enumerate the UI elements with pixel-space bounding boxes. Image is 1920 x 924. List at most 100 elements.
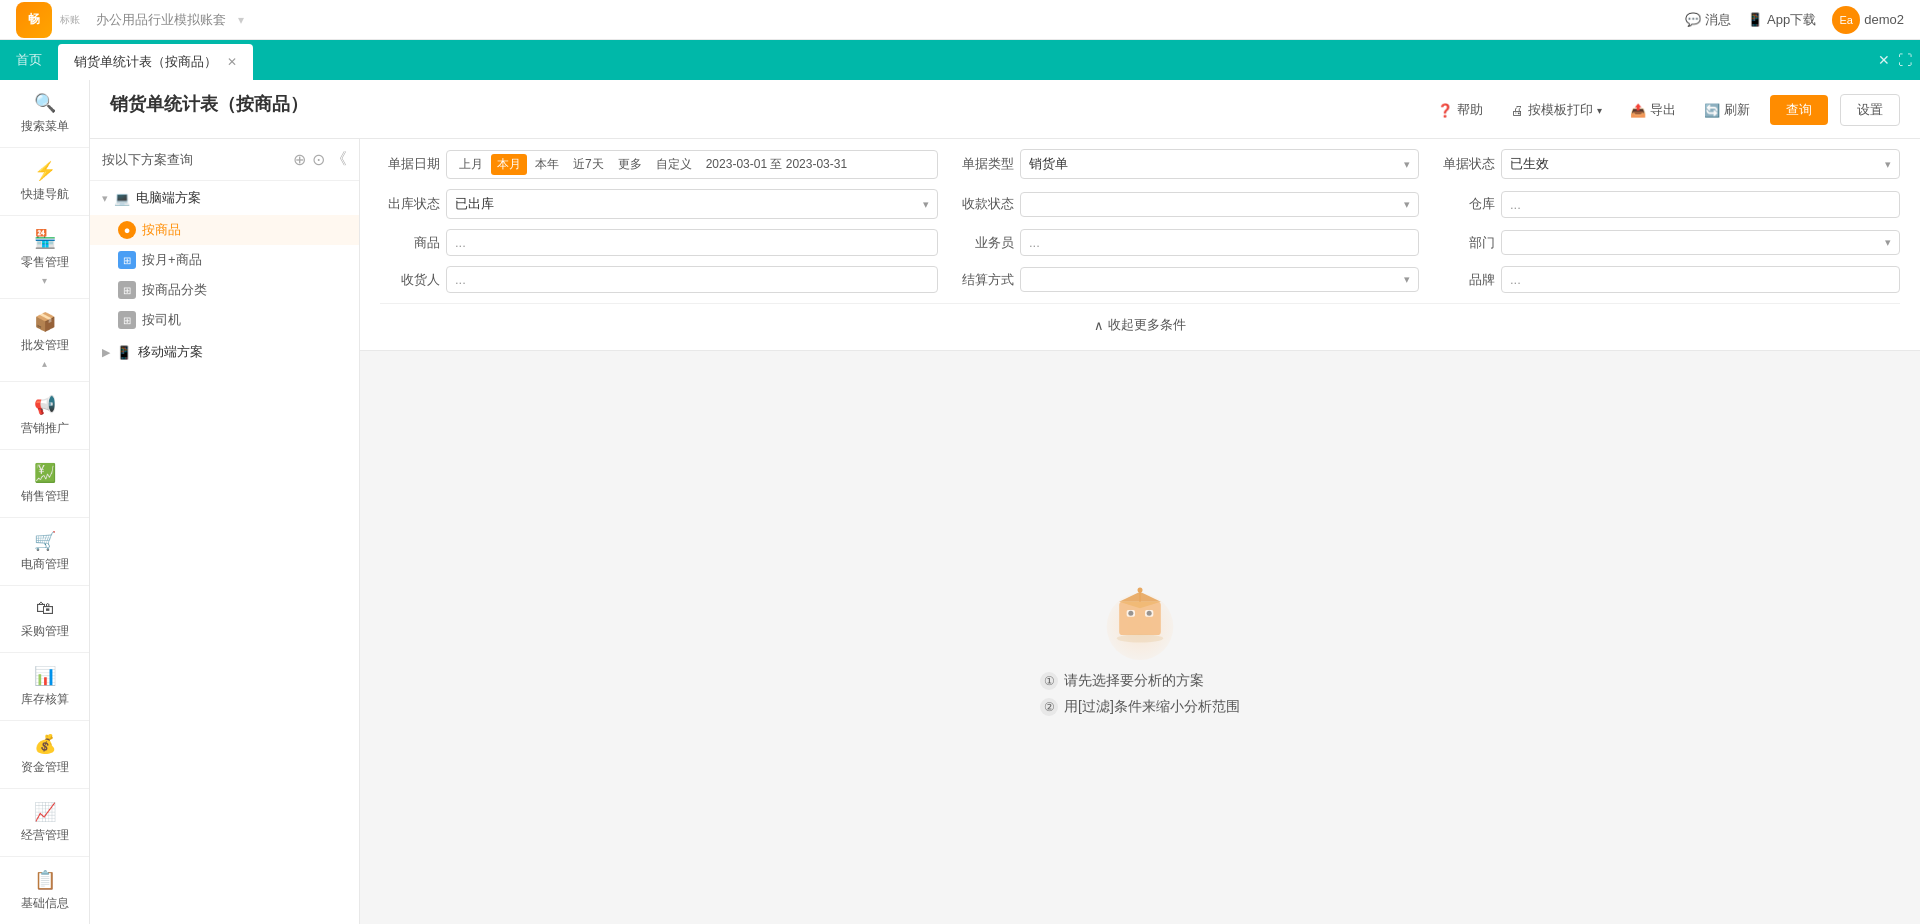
sidebar-item-basic[interactable]: 📋 基础信息 [0, 857, 89, 924]
date-btn-last-month[interactable]: 上月 [453, 154, 489, 175]
settings-btn[interactable]: 设置 [1840, 94, 1900, 126]
tree-icon: 💻 [114, 191, 130, 206]
filter-section: 单据日期 上月 本月 本年 近7天 更多 自定义 [360, 139, 1920, 351]
wholesale-arrow: ▴ [42, 358, 47, 369]
sidebar: 🔍 搜索菜单 ⚡ 快捷导航 🏪 零售管理 ▾ 📦 批发管理 ▴ 📢 营销推广 [0, 80, 90, 924]
avatar: Ea [1832, 6, 1860, 34]
basic-icon: 📋 [34, 869, 56, 891]
sidebar-item-finance[interactable]: 💰 资金管理 [0, 721, 89, 789]
tab-bar: 首页 销货单统计表（按商品） ✕ ✕ ⛶ [0, 40, 1920, 80]
salesperson-placeholder: ... [1029, 235, 1040, 250]
purchase-icon: 🛍 [36, 598, 54, 619]
filter-row-1: 单据日期 上月 本月 本年 近7天 更多 自定义 [380, 149, 1900, 179]
tree-item-by-category[interactable]: ⊞ 按商品分类 [90, 275, 359, 305]
tree-section-mobile: ▶ 📱 移动端方案 [90, 335, 359, 369]
collapse-panel-icon[interactable]: 《 [331, 149, 347, 170]
page-title: 销货单统计表（按商品） [110, 92, 308, 116]
outbound-select[interactable]: 已出库 ▾ [446, 189, 938, 219]
sidebar-item-search[interactable]: 🔍 搜索菜单 [0, 80, 89, 148]
type-select-arrow: ▾ [1404, 158, 1410, 171]
salesperson-select[interactable]: ... [1020, 229, 1419, 256]
help-btn[interactable]: ❓ 帮助 [1429, 97, 1491, 123]
empty-state: ① 请先选择要分析的方案 ② 用[过滤]条件来缩小分析范围 [1040, 560, 1240, 716]
tab-expand-area: ✕ ⛶ [1878, 52, 1920, 68]
sidebar-item-quicknav[interactable]: ⚡ 快捷导航 [0, 148, 89, 216]
tab-close-window-icon[interactable]: ✕ [1878, 52, 1890, 68]
tree-item-by-product[interactable]: ● 按商品 [90, 215, 359, 245]
app-download-btn[interactable]: 📱 App下载 [1747, 11, 1816, 29]
warehouse-label: 仓库 [1435, 195, 1495, 213]
print-btn[interactable]: 🖨 按模板打印 ▾ [1503, 97, 1610, 123]
by-product-icon: ● [118, 221, 136, 239]
date-btn-this-year[interactable]: 本年 [529, 154, 565, 175]
right-section: 销货单统计表（按商品） ❓ 帮助 🖨 按模板打印 ▾ 📤 [90, 80, 1920, 924]
sidebar-item-purchase[interactable]: 🛍 采购管理 [0, 586, 89, 653]
query-btn[interactable]: 查询 [1770, 95, 1828, 125]
product-select[interactable]: ... [446, 229, 938, 256]
tab-close-icon[interactable]: ✕ [227, 55, 237, 69]
message-btn[interactable]: 💬 消息 [1685, 11, 1731, 29]
sidebar-item-sales[interactable]: 💹 销售管理 [0, 450, 89, 518]
date-btn-7days[interactable]: 近7天 [567, 154, 610, 175]
status-select[interactable]: 已生效 ▾ [1501, 149, 1900, 179]
wholesale-icon: 📦 [34, 311, 56, 333]
tree-item-by-cashier[interactable]: ⊞ 按司机 [90, 305, 359, 335]
settings-scheme-icon[interactable]: ⊙ [312, 150, 325, 169]
refresh-btn[interactable]: 🔄 刷新 [1696, 97, 1758, 123]
recipient-select[interactable]: ... [446, 266, 938, 293]
status-filter: 单据状态 已生效 ▾ [1435, 149, 1900, 179]
recipient-placeholder: ... [455, 272, 466, 287]
date-btn-custom[interactable]: 自定义 [650, 154, 698, 175]
finance-icon: 💰 [34, 733, 56, 755]
sidebar-item-retail[interactable]: 🏪 零售管理 ▾ [0, 216, 89, 299]
date-btn-this-month[interactable]: 本月 [491, 154, 527, 175]
svg-point-5 [1147, 610, 1152, 615]
product-label: 商品 [380, 234, 440, 252]
salesperson-label: 业务员 [954, 234, 1014, 252]
sidebar-item-marketing[interactable]: 📢 营销推广 [0, 382, 89, 450]
tree-pc-header[interactable]: ▾ 💻 电脑端方案 [90, 181, 359, 215]
top-bar: 畅 标账 办公用品行业模拟账套 ▾ 💬 消息 📱 App下载 Ea demo2 [0, 0, 1920, 40]
date-btn-more[interactable]: 更多 [612, 154, 648, 175]
type-label: 单据类型 [954, 155, 1014, 173]
user-profile[interactable]: Ea demo2 [1832, 6, 1904, 34]
app-container: 畅 标账 办公用品行业模拟账套 ▾ 💬 消息 📱 App下载 Ea demo2 [0, 0, 1920, 924]
sidebar-item-inventory[interactable]: 📊 库存核算 [0, 653, 89, 721]
tree-mobile-header[interactable]: ▶ 📱 移动端方案 [90, 335, 359, 369]
sidebar-item-operation[interactable]: 📈 经营管理 [0, 789, 89, 857]
filter-row-2: 出库状态 已出库 ▾ 收款状态 ▾ [380, 189, 1900, 219]
tab-fullscreen-icon[interactable]: ⛶ [1898, 52, 1912, 68]
warehouse-select[interactable]: ... [1501, 191, 1900, 218]
warehouse-filter: 仓库 ... [1435, 191, 1900, 218]
tree-item-by-month-product[interactable]: ⊞ 按月+商品 [90, 245, 359, 275]
settlement-select[interactable]: ▾ [1020, 267, 1419, 292]
warehouse-ellipsis: ... [1510, 197, 1521, 212]
date-filter-control: 上月 本月 本年 近7天 更多 自定义 2023-03-01 至 2023-03… [446, 150, 938, 179]
export-btn[interactable]: 📤 导出 [1622, 97, 1684, 123]
payment-select[interactable]: ▾ [1020, 192, 1419, 217]
department-select[interactable]: ▾ [1501, 230, 1900, 255]
sidebar-item-wholesale[interactable]: 📦 批发管理 ▴ [0, 299, 89, 382]
left-panel-title: 按以下方案查询 [102, 151, 193, 169]
status-label: 单据状态 [1435, 155, 1495, 173]
filters-body: 单据日期 上月 本月 本年 近7天 更多 自定义 [360, 139, 1920, 924]
download-icon: 📱 [1747, 12, 1763, 27]
department-filter: 部门 ▾ [1435, 230, 1900, 255]
salesperson-filter: 业务员 ... [954, 229, 1419, 256]
empty-tip-1: ① 请先选择要分析的方案 [1040, 672, 1240, 690]
dropdown-arrow[interactable]: ▾ [238, 13, 244, 27]
add-scheme-icon[interactable]: ⊕ [293, 150, 306, 169]
type-select[interactable]: 销货单 ▾ [1020, 149, 1419, 179]
collapse-btn[interactable]: ∧ 收起更多条件 [1088, 310, 1192, 340]
marketing-icon: 📢 [34, 394, 56, 416]
department-arrow: ▾ [1885, 236, 1891, 249]
tab-home[interactable]: 首页 [0, 40, 58, 80]
top-bar-left: 畅 标账 办公用品行业模拟账套 ▾ [16, 2, 244, 38]
left-panel-actions: ⊕ ⊙ 《 [293, 149, 347, 170]
quicknav-icon: ⚡ [34, 160, 56, 182]
sidebar-item-ecommerce[interactable]: 🛒 电商管理 [0, 518, 89, 586]
message-icon: 💬 [1685, 12, 1701, 27]
inventory-icon: 📊 [34, 665, 56, 687]
brand-select[interactable]: ... [1501, 266, 1900, 293]
tab-sales-stat[interactable]: 销货单统计表（按商品） ✕ [58, 44, 253, 80]
